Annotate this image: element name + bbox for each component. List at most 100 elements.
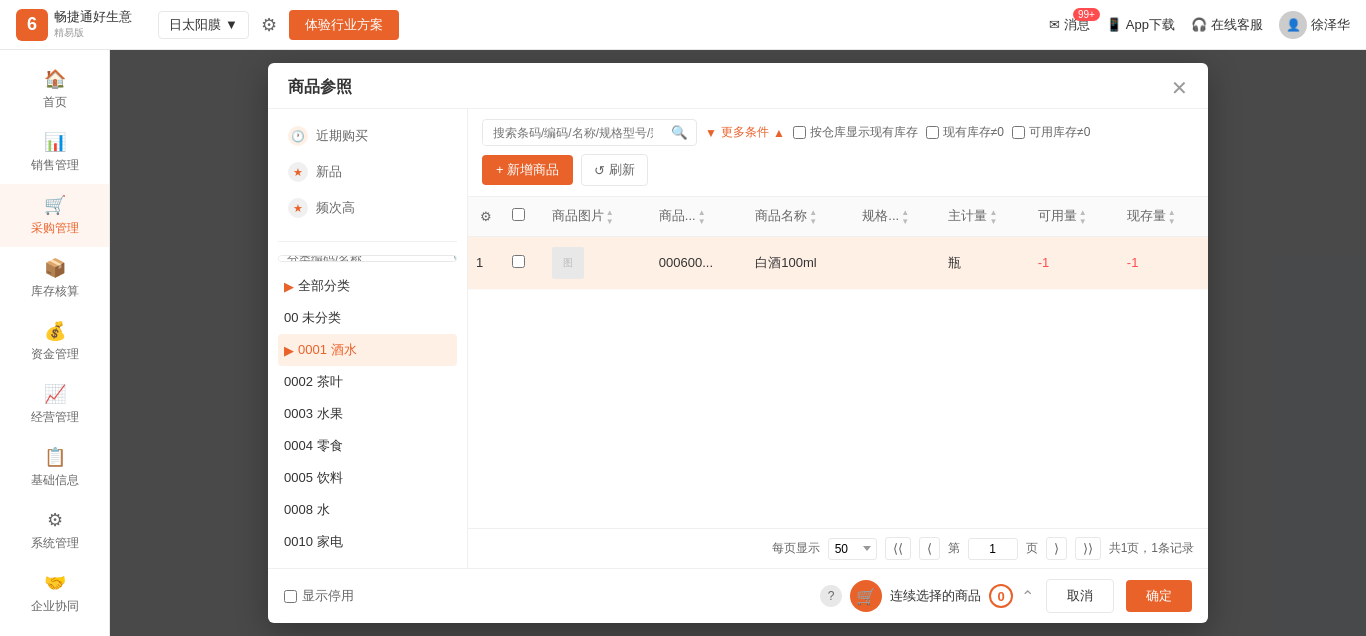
- per-page-select[interactable]: 50 100 200: [828, 538, 877, 560]
- category-0001-label: 0001 酒水: [298, 341, 357, 359]
- table-body: 1 图 000600... 白酒100ml 瓶: [468, 236, 1208, 289]
- system-icon: ⚙: [47, 509, 63, 531]
- cart-count: 0: [989, 584, 1013, 608]
- category-search-button[interactable]: 🔍: [445, 255, 457, 262]
- sidebar-item-sales[interactable]: 📊 销售管理: [0, 121, 109, 184]
- category-all[interactable]: ▶ 全部分类: [278, 270, 457, 302]
- product-search-button[interactable]: 🔍: [663, 120, 696, 145]
- cart-icon[interactable]: 🛒: [850, 580, 882, 612]
- row-check[interactable]: [504, 236, 544, 289]
- modal-overlay: 商品参照 ✕ 🕐 近期购买 ★: [110, 50, 1366, 636]
- username: 徐泽华: [1311, 16, 1350, 34]
- collapse-cart-button[interactable]: ⌃: [1021, 587, 1034, 606]
- sidebar-item-purchase[interactable]: 🛒 采购管理: [0, 184, 109, 247]
- disabled-checkbox[interactable]: [284, 590, 297, 603]
- col-name: 商品名称▲▼: [747, 197, 854, 236]
- category-0001[interactable]: ▶ 0001 酒水: [278, 334, 457, 366]
- category-0002-label: 0002 茶叶: [284, 373, 343, 391]
- more-filter-button[interactable]: ▼ 更多条件 ▲: [705, 124, 785, 141]
- display-disabled-checkbox[interactable]: 显示停用: [284, 587, 354, 605]
- refresh-button[interactable]: ↺ 刷新: [581, 154, 648, 186]
- table-row[interactable]: 1 图 000600... 白酒100ml 瓶: [468, 236, 1208, 289]
- prev-page-button[interactable]: ⟨: [919, 537, 940, 560]
- product-reference-modal: 商品参照 ✕ 🕐 近期购买 ★: [268, 63, 1208, 623]
- col-img: 商品图片▲▼: [544, 197, 651, 236]
- help-icon[interactable]: ?: [820, 585, 842, 607]
- headset-icon: 🎧: [1191, 17, 1207, 32]
- category-0010[interactable]: 0010 家电: [278, 526, 457, 558]
- branch-name: 日太阳膜: [169, 16, 221, 34]
- category-0008[interactable]: 0008 水: [278, 494, 457, 526]
- category-0010-label: 0010 家电: [284, 533, 343, 551]
- add-product-button[interactable]: + 新增商品: [482, 155, 573, 185]
- col-check[interactable]: [504, 197, 544, 236]
- last-page-button[interactable]: ⟩⟩: [1075, 537, 1101, 560]
- category-0003[interactable]: 0003 水果: [278, 398, 457, 430]
- operations-icon: 📈: [44, 383, 66, 405]
- new-icon: ★: [288, 162, 308, 182]
- user-area[interactable]: 👤 徐泽华: [1279, 11, 1350, 39]
- display-disabled-label: 显示停用: [302, 587, 354, 605]
- category-tree: ▶ 全部分类 00 未分类 ▶ 0001 酒水 0002 茶: [268, 270, 467, 558]
- sidebar-item-operations[interactable]: 📈 经营管理: [0, 373, 109, 436]
- online-service-button[interactable]: 🎧 在线客服: [1191, 16, 1263, 34]
- tab-frequent[interactable]: ★ 频次高: [278, 191, 457, 225]
- category-00[interactable]: 00 未分类: [278, 302, 457, 334]
- tab-new-products[interactable]: ★ 新品: [278, 155, 457, 189]
- gear-icon[interactable]: ⚙: [261, 14, 277, 36]
- trial-button[interactable]: 体验行业方案: [289, 10, 399, 40]
- sidebar-item-guide[interactable]: 🔰 新手引导: [0, 625, 109, 636]
- sidebar-item-base-info[interactable]: 📋 基础信息: [0, 436, 109, 499]
- sidebar-label-home: 首页: [43, 94, 67, 111]
- phone-icon: 📱: [1106, 17, 1122, 32]
- row-checkbox[interactable]: [512, 255, 525, 268]
- filter-label: 更多条件: [721, 124, 769, 141]
- branch-selector[interactable]: 日太阳膜 ▼: [158, 11, 249, 39]
- checkbox-warehouse-stock[interactable]: 按仓库显示现有库存: [793, 124, 918, 141]
- sales-icon: 📊: [44, 131, 66, 153]
- refresh-label: 刷新: [609, 161, 635, 179]
- inventory-icon: 📦: [44, 257, 66, 279]
- category-0004[interactable]: 0004 零食: [278, 430, 457, 462]
- refresh-icon: ↺: [594, 163, 605, 178]
- tab-recent-purchase[interactable]: 🕐 近期购买: [278, 119, 457, 153]
- category-0002[interactable]: 0002 茶叶: [278, 366, 457, 398]
- logo-area: 6 畅捷通好生意 精易版: [16, 9, 146, 41]
- sidebar-item-home[interactable]: 🏠 首页: [0, 58, 109, 121]
- cancel-button[interactable]: 取消: [1046, 579, 1114, 613]
- checkbox-nonzero-stock[interactable]: 现有库存≠0: [926, 124, 1004, 141]
- first-page-button[interactable]: ⟨⟨: [885, 537, 911, 560]
- app-download-button[interactable]: 📱 App下载: [1106, 16, 1175, 34]
- base-info-icon: 📋: [44, 446, 66, 468]
- col-stock: 现存量▲▼: [1119, 197, 1208, 236]
- category-search-input[interactable]: [279, 255, 445, 262]
- message-badge: 99+: [1073, 8, 1100, 21]
- frequent-icon: ★: [288, 198, 308, 218]
- next-page-button[interactable]: ⟩: [1046, 537, 1067, 560]
- all-arrow-icon: ▶: [284, 279, 294, 294]
- nonzero-stock-checkbox[interactable]: [926, 126, 939, 139]
- sidebar-item-finance[interactable]: 💰 资金管理: [0, 310, 109, 373]
- row-index: 1: [468, 236, 504, 289]
- app-sub: 精易版: [54, 26, 132, 40]
- category-0005[interactable]: 0005 饮料: [278, 462, 457, 494]
- page-number-input[interactable]: [968, 538, 1018, 560]
- checkbox-available-stock[interactable]: 可用库存≠0: [1012, 124, 1090, 141]
- select-all-checkbox[interactable]: [512, 208, 525, 221]
- warehouse-stock-checkbox[interactable]: [793, 126, 806, 139]
- cart-text: 连续选择的商品: [890, 587, 981, 605]
- product-search-input[interactable]: [483, 121, 663, 145]
- confirm-button[interactable]: 确定: [1126, 580, 1192, 612]
- col-settings[interactable]: ⚙: [468, 197, 504, 236]
- available-stock-checkbox[interactable]: [1012, 126, 1025, 139]
- message-button[interactable]: ✉ 消息 99+: [1049, 16, 1090, 34]
- modal-close-button[interactable]: ✕: [1171, 78, 1188, 98]
- page-unit: 页: [1026, 540, 1038, 557]
- sidebar-item-enterprise[interactable]: 🤝 企业协同: [0, 562, 109, 625]
- sidebar-item-system[interactable]: ⚙ 系统管理: [0, 499, 109, 562]
- sidebar-item-inventory[interactable]: 📦 库存核算: [0, 247, 109, 310]
- recent-icon: 🕐: [288, 126, 308, 146]
- message-icon: ✉: [1049, 17, 1060, 32]
- total-info: 共1页，1条记录: [1109, 540, 1194, 557]
- row-spec: [854, 236, 940, 289]
